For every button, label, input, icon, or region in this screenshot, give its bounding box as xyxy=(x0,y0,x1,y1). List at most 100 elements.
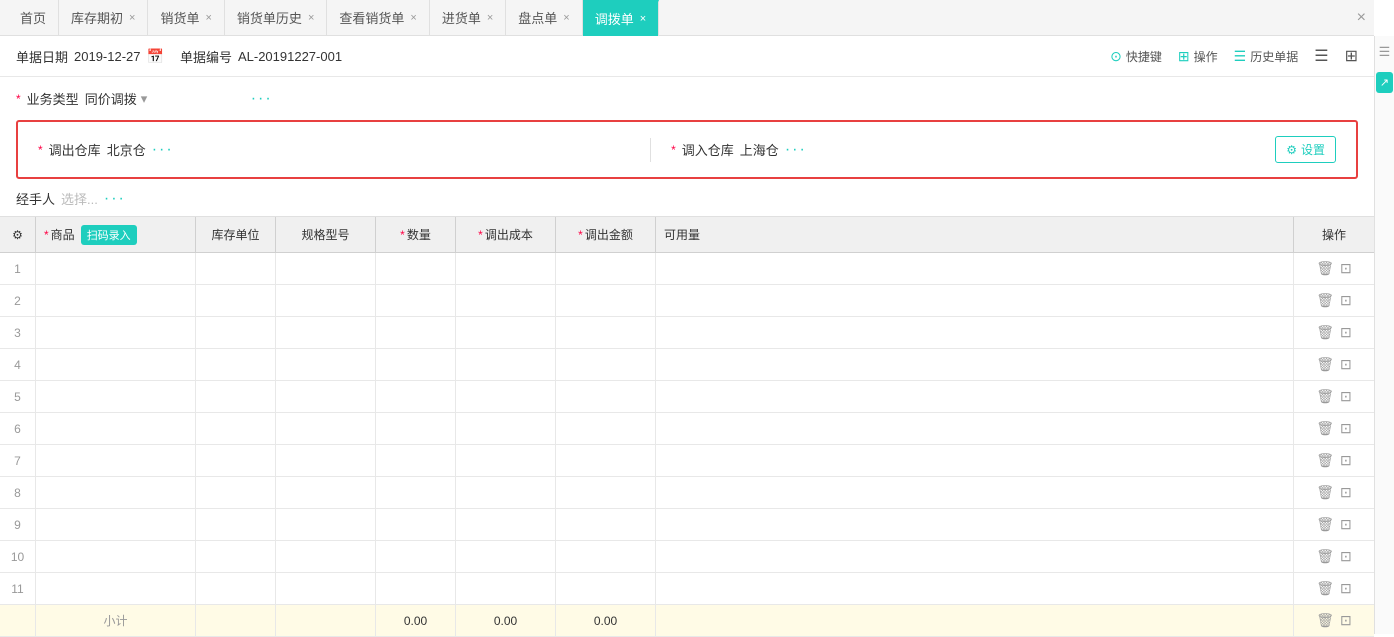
delete-icon-11[interactable]: 🗑 xyxy=(1316,580,1334,597)
row-goods-2[interactable] xyxy=(36,285,196,316)
row-available-8[interactable] xyxy=(656,477,1294,508)
row-qty-11[interactable] xyxy=(376,573,456,604)
delete-icon-7[interactable]: 🗑 xyxy=(1316,452,1334,469)
row-amount-1[interactable] xyxy=(556,253,656,284)
row-spec-9[interactable] xyxy=(276,509,376,540)
warehouse-in-more-btn[interactable]: ··· xyxy=(785,141,807,159)
row-cost-9[interactable] xyxy=(456,509,556,540)
row-unit-8[interactable] xyxy=(196,477,276,508)
row-unit-10[interactable] xyxy=(196,541,276,572)
row-spec-4[interactable] xyxy=(276,349,376,380)
row-unit-6[interactable] xyxy=(196,413,276,444)
delete-icon-4[interactable]: 🗑 xyxy=(1316,356,1334,373)
delete-icon-10[interactable]: 🗑 xyxy=(1316,548,1334,565)
close-tab-view-sales[interactable]: × xyxy=(410,12,416,24)
row-cost-2[interactable] xyxy=(456,285,556,316)
copy-icon-7[interactable]: ⊡ xyxy=(1340,452,1352,469)
row-goods-4[interactable] xyxy=(36,349,196,380)
settings-button[interactable]: ⚙ 设置 xyxy=(1275,136,1336,163)
row-cost-7[interactable] xyxy=(456,445,556,476)
row-amount-10[interactable] xyxy=(556,541,656,572)
close-tab-inventory-init[interactable]: × xyxy=(129,12,135,24)
copy-icon-5[interactable]: ⊡ xyxy=(1340,388,1352,405)
delete-icon-8[interactable]: 🗑 xyxy=(1316,484,1334,501)
close-tab-transfer[interactable]: × xyxy=(640,13,646,25)
row-available-3[interactable] xyxy=(656,317,1294,348)
subtotal-copy-icon[interactable]: ⊡ xyxy=(1340,612,1352,629)
row-available-11[interactable] xyxy=(656,573,1294,604)
shortcut-action[interactable]: ⊙ 快捷键 xyxy=(1110,48,1162,65)
copy-icon-4[interactable]: ⊡ xyxy=(1340,356,1352,373)
warehouse-out-more-btn[interactable]: ··· xyxy=(152,141,174,159)
warehouse-out-value[interactable]: 北京仓 xyxy=(107,140,146,159)
row-qty-7[interactable] xyxy=(376,445,456,476)
row-unit-2[interactable] xyxy=(196,285,276,316)
layout-list-icon[interactable]: ☰ xyxy=(1314,46,1328,66)
th-settings[interactable]: ⚙ xyxy=(0,217,36,252)
row-cost-5[interactable] xyxy=(456,381,556,412)
delete-icon-3[interactable]: 🗑 xyxy=(1316,324,1334,341)
row-goods-11[interactable] xyxy=(36,573,196,604)
handler-input[interactable]: 选择... xyxy=(61,189,98,208)
copy-icon-8[interactable]: ⊡ xyxy=(1340,484,1352,501)
row-cost-10[interactable] xyxy=(456,541,556,572)
row-qty-5[interactable] xyxy=(376,381,456,412)
row-unit-5[interactable] xyxy=(196,381,276,412)
row-qty-1[interactable] xyxy=(376,253,456,284)
row-spec-5[interactable] xyxy=(276,381,376,412)
close-tab-stocktake[interactable]: × xyxy=(563,12,569,24)
row-available-9[interactable] xyxy=(656,509,1294,540)
row-unit-4[interactable] xyxy=(196,349,276,380)
tab-home[interactable]: 首页 xyxy=(8,0,59,36)
row-cost-1[interactable] xyxy=(456,253,556,284)
row-unit-9[interactable] xyxy=(196,509,276,540)
tab-purchase-order[interactable]: 进货单 × xyxy=(430,0,506,36)
sidebar-expand-icon[interactable]: ↗ xyxy=(1376,72,1393,93)
copy-icon-11[interactable]: ⊡ xyxy=(1340,580,1352,597)
row-goods-10[interactable] xyxy=(36,541,196,572)
delete-icon-6[interactable]: 🗑 xyxy=(1316,420,1334,437)
row-unit-1[interactable] xyxy=(196,253,276,284)
biz-type-more-btn[interactable]: ··· xyxy=(251,90,273,108)
row-cost-8[interactable] xyxy=(456,477,556,508)
row-unit-11[interactable] xyxy=(196,573,276,604)
date-value[interactable]: 2019-12-27 xyxy=(74,49,141,64)
close-tab-sales-order[interactable]: × xyxy=(205,12,211,24)
row-goods-1[interactable] xyxy=(36,253,196,284)
delete-icon-9[interactable]: 🗑 xyxy=(1316,516,1334,533)
row-goods-5[interactable] xyxy=(36,381,196,412)
row-amount-3[interactable] xyxy=(556,317,656,348)
operation-action[interactable]: ⊞ 操作 xyxy=(1178,48,1218,65)
delete-icon-5[interactable]: 🗑 xyxy=(1316,388,1334,405)
warehouse-in-value[interactable]: 上海仓 xyxy=(740,140,779,159)
tab-stocktake[interactable]: 盘点单 × xyxy=(506,0,582,36)
row-goods-6[interactable] xyxy=(36,413,196,444)
copy-icon-1[interactable]: ⊡ xyxy=(1340,260,1352,277)
row-spec-2[interactable] xyxy=(276,285,376,316)
row-available-2[interactable] xyxy=(656,285,1294,316)
row-goods-9[interactable] xyxy=(36,509,196,540)
row-goods-3[interactable] xyxy=(36,317,196,348)
global-close-button[interactable]: × xyxy=(1357,9,1366,27)
row-qty-10[interactable] xyxy=(376,541,456,572)
tab-transfer[interactable]: 调拨单 × xyxy=(583,0,659,36)
row-goods-7[interactable] xyxy=(36,445,196,476)
row-goods-8[interactable] xyxy=(36,477,196,508)
tab-inventory-init[interactable]: 库存期初 × xyxy=(59,0,148,36)
row-cost-3[interactable] xyxy=(456,317,556,348)
row-spec-11[interactable] xyxy=(276,573,376,604)
copy-icon-6[interactable]: ⊡ xyxy=(1340,420,1352,437)
tab-view-sales[interactable]: 查看销货单 × xyxy=(327,0,429,36)
calendar-icon[interactable]: 📅 xyxy=(147,48,164,65)
row-amount-5[interactable] xyxy=(556,381,656,412)
row-available-7[interactable] xyxy=(656,445,1294,476)
tab-sales-history[interactable]: 销货单历史 × xyxy=(225,0,327,36)
copy-icon-9[interactable]: ⊡ xyxy=(1340,516,1352,533)
row-amount-8[interactable] xyxy=(556,477,656,508)
row-qty-2[interactable] xyxy=(376,285,456,316)
row-cost-4[interactable] xyxy=(456,349,556,380)
row-amount-9[interactable] xyxy=(556,509,656,540)
row-qty-6[interactable] xyxy=(376,413,456,444)
row-spec-6[interactable] xyxy=(276,413,376,444)
row-unit-7[interactable] xyxy=(196,445,276,476)
